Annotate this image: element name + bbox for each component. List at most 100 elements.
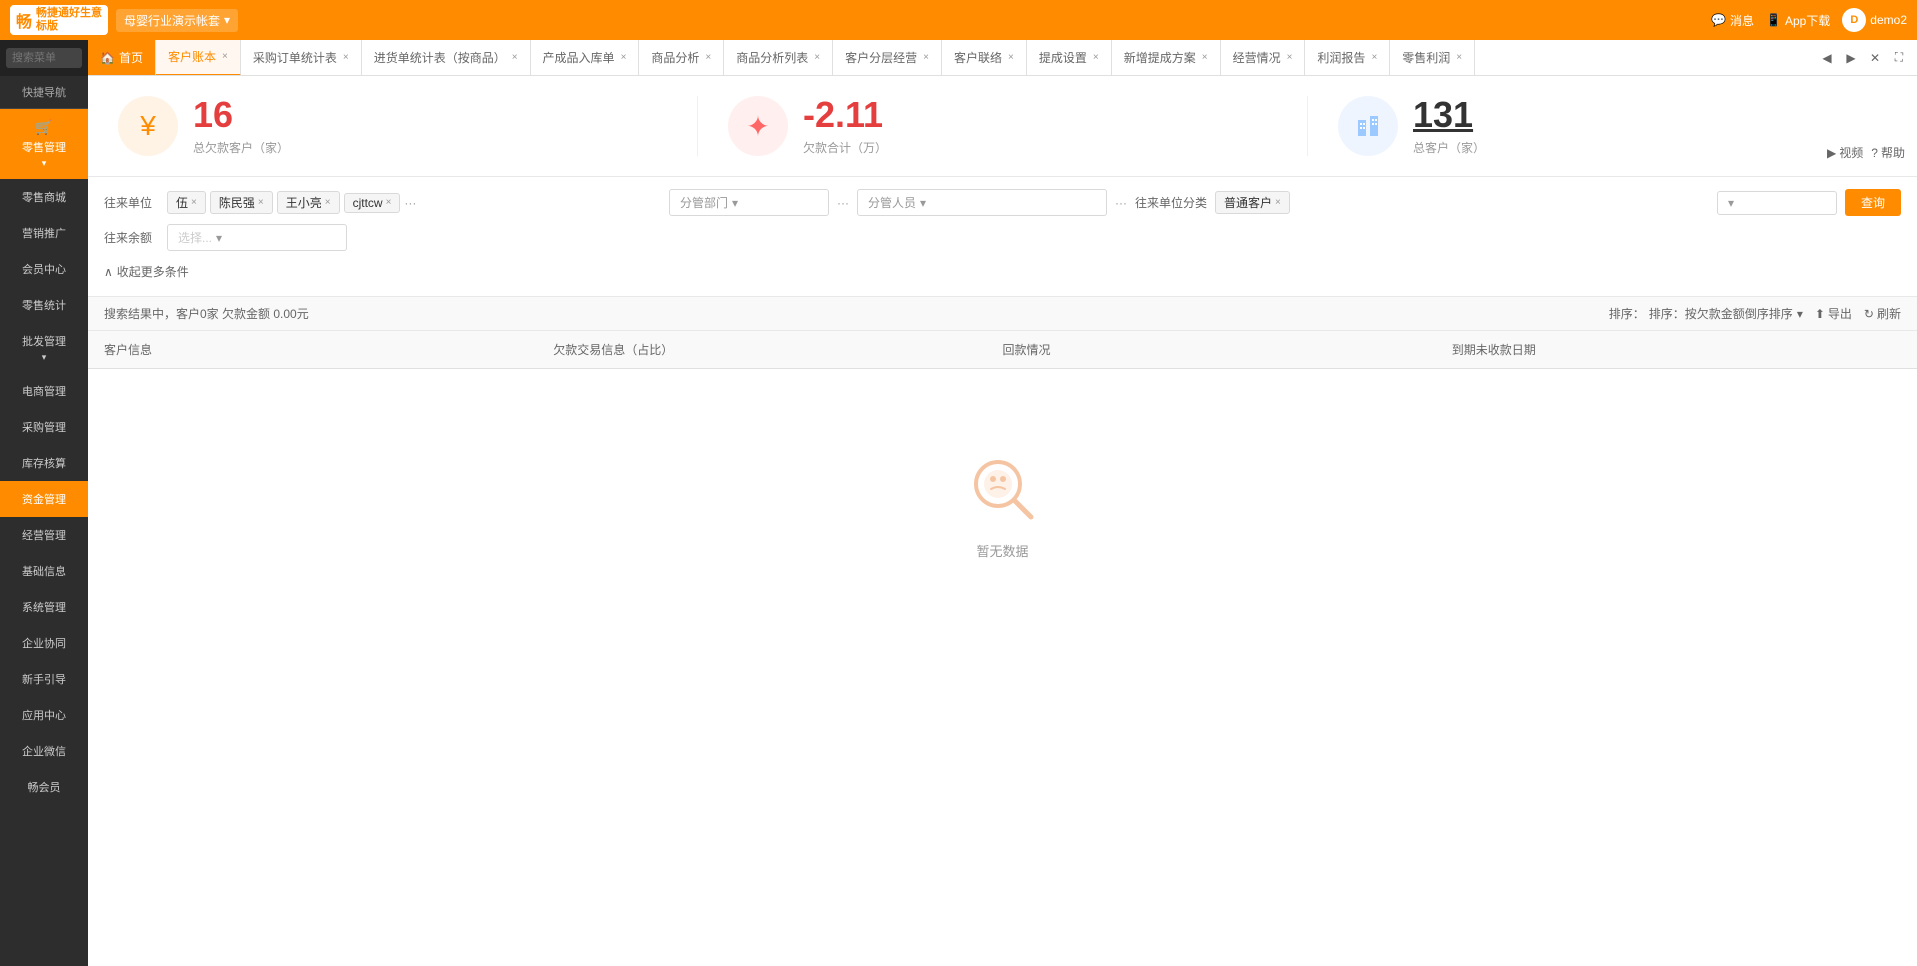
search-input[interactable] [6,48,82,68]
sidebar-item-purchase-mgmt[interactable]: 采购管理 [0,409,88,445]
tab-close-icon-11[interactable]: × [1287,52,1293,63]
tab-product-analysis-list[interactable]: 商品分析列表 × [724,40,833,76]
sidebar-item-member[interactable]: 畅会员 [0,769,88,805]
user-name: demo2 [1870,13,1907,27]
tab-new-commission-plan[interactable]: 新增提成方案 × [1112,40,1221,76]
sidebar-item-inventory[interactable]: 库存核算 [0,445,88,481]
empty-illustration [963,449,1043,529]
sidebar-item-retail-mgmt[interactable]: 🛒 零售管理 ▾ [0,109,88,179]
tab-close-icon-8[interactable]: × [1008,52,1014,63]
sidebar-item-basic-info[interactable]: 基础信息 [0,553,88,589]
demo-selector[interactable]: 母婴行业演示帐套 ▾ [116,9,238,32]
tab-inbound-stats[interactable]: 进货单统计表（按商品） × [362,40,531,76]
app-download-button[interactable]: 📱 App下载 [1766,12,1830,29]
tab-maximize[interactable]: ⛶ [1889,48,1909,68]
tab-close-icon-9[interactable]: × [1093,52,1099,63]
remove-tag-wu[interactable]: × [191,197,197,208]
balance-select[interactable]: 选择... ▾ [167,224,347,251]
stat-info-customers: 16 总欠款客户（家） [193,97,289,156]
stat-label-customers: 总欠款客户（家） [193,139,289,156]
person-placeholder: 分管人员 [868,194,916,211]
tab-close-all[interactable]: ✕ [1865,48,1885,68]
tab-close-icon-10[interactable]: × [1202,52,1208,63]
tab-close-icon-6[interactable]: × [814,52,820,63]
tab-close-icon-5[interactable]: × [705,52,711,63]
sidebar-search-area [0,40,88,76]
th-debt-info: 欠款交易信息（占比） [553,341,1002,358]
query-button[interactable]: 查询 [1845,189,1901,216]
sidebar-item-guide[interactable]: 新手引导 [0,661,88,697]
logo-icon: 畅 [16,8,32,32]
collapse-button[interactable]: ∧ 收起更多条件 [104,263,1901,280]
collapse-row: ∧ 收起更多条件 [104,259,1901,284]
tab-product-analysis[interactable]: 商品分析 × [639,40,724,76]
message-icon: 💬 [1711,13,1726,27]
sidebar-item-enterprise-collab[interactable]: 企业协同 [0,625,88,661]
sidebar-item-ecommerce[interactable]: 电商管理 [0,373,88,409]
sidebar-item-app-center[interactable]: 应用中心 [0,697,88,733]
tab-home[interactable]: 🏠 首页 [88,40,156,76]
sidebar-item-wholesale-mgmt[interactable]: 批发管理 ▾ [0,323,88,373]
sidebar-item-member-center[interactable]: 会员中心 [0,251,88,287]
tab-business-status[interactable]: 经营情况 × [1221,40,1306,76]
tab-customer-contact[interactable]: 客户联络 × [942,40,1027,76]
logo-text: 畅捷通好生意 标版 [36,7,102,33]
tab-close-icon-2[interactable]: × [343,52,349,63]
sidebar-item-finance-mgmt[interactable]: 资金管理 [0,481,88,517]
tab-retail-profit[interactable]: 零售利润 × [1390,40,1475,76]
tab-close-icon-12[interactable]: × [1371,52,1377,63]
tab-customer-ledger[interactable]: 客户账本 × [156,40,241,76]
tab-controls: ◀ ▶ ✕ ⛶ [1817,48,1917,68]
filter-tag-chen: 陈民强 × [210,191,273,214]
filter-tag-wu: 伍 × [167,191,206,214]
tab-close-icon[interactable]: × [222,51,228,62]
remove-tag-cjttcw[interactable]: × [386,197,392,208]
filter-tag-normal-customer: 普通客户 × [1215,191,1290,214]
export-button[interactable]: ⬆ 导出 [1815,305,1852,322]
refresh-label: 刷新 [1877,305,1901,322]
content-area: 🏠 首页 客户账本 × 采购订单统计表 × 进货单统计表（按商品） × 产成品入… [88,40,1917,966]
sidebar-item-retail-stats[interactable]: 零售统计 [0,287,88,323]
sidebar-item-enterprise-wechat[interactable]: 企业微信 [0,733,88,769]
person-more-icon[interactable]: ··· [1115,196,1127,210]
tab-product-inbound[interactable]: 产成品入库单 × [531,40,640,76]
person-select[interactable]: 分管人员 ▾ [857,189,1107,216]
tab-purchase-order-stats[interactable]: 采购订单统计表 × [241,40,362,76]
tab-customer-layer[interactable]: 客户分层经营 × [833,40,942,76]
remove-tag-wang[interactable]: × [325,197,331,208]
dept-select[interactable]: 分管部门 ▾ [669,189,829,216]
sidebar-item-system[interactable]: 系统管理 [0,589,88,625]
remove-tag-normal-customer[interactable]: × [1275,197,1281,208]
results-summary-text: 搜索结果中，客户0家 欠款金额 0.00元 [104,307,309,321]
content-wrapper: ▶ 视频 ? 帮助 ¥ [88,76,1917,640]
more-tags-button[interactable]: ··· [404,196,416,210]
remove-tag-chen[interactable]: × [258,197,264,208]
tab-close-icon-4[interactable]: × [621,52,627,63]
top-left: 畅 畅捷通好生意 标版 母婴行业演示帐套 ▾ [10,5,238,35]
sidebar-item-retail-mall[interactable]: 零售商城 [0,179,88,215]
tab-close-icon-13[interactable]: × [1456,52,1462,63]
tab-close-icon-3[interactable]: × [512,52,518,63]
tab-close-icon-7[interactable]: × [923,52,929,63]
message-button[interactable]: 💬 消息 [1711,12,1754,29]
sidebar-item-marketing[interactable]: 营销推广 [0,215,88,251]
tab-scroll-right[interactable]: ▶ [1841,48,1861,68]
demo-name: 母婴行业演示帐套 [124,12,220,29]
app-download-label: App下载 [1785,12,1830,29]
sort-selector[interactable]: 排序： 排序：按欠款金额倒序排序 ▾ [1609,305,1803,322]
app-container: 畅 畅捷通好生意 标版 母婴行业演示帐套 ▾ 💬 消息 📱 App下载 D [0,0,1917,966]
sort-label: 排序：按欠款金额倒序排序 [1649,305,1793,322]
tab-profit-report[interactable]: 利润报告 × [1305,40,1390,76]
home-icon: 🏠 [100,51,115,65]
chevron-down-person-icon: ▾ [920,196,926,210]
quick-nav-item[interactable]: 快捷导航 [0,76,88,109]
stat-value-debt: -2.11 [803,97,887,133]
page-content: ▶ 视频 ? 帮助 ¥ [88,76,1917,966]
tab-scroll-left[interactable]: ◀ [1817,48,1837,68]
sidebar-item-operations[interactable]: 经营管理 [0,517,88,553]
dept-more-icon[interactable]: ··· [837,196,849,210]
refresh-button[interactable]: ↻ 刷新 [1864,305,1901,322]
tab-commission-settings[interactable]: 提成设置 × [1027,40,1112,76]
user-avatar[interactable]: D demo2 [1842,8,1907,32]
category-select[interactable]: ▾ [1717,191,1837,215]
